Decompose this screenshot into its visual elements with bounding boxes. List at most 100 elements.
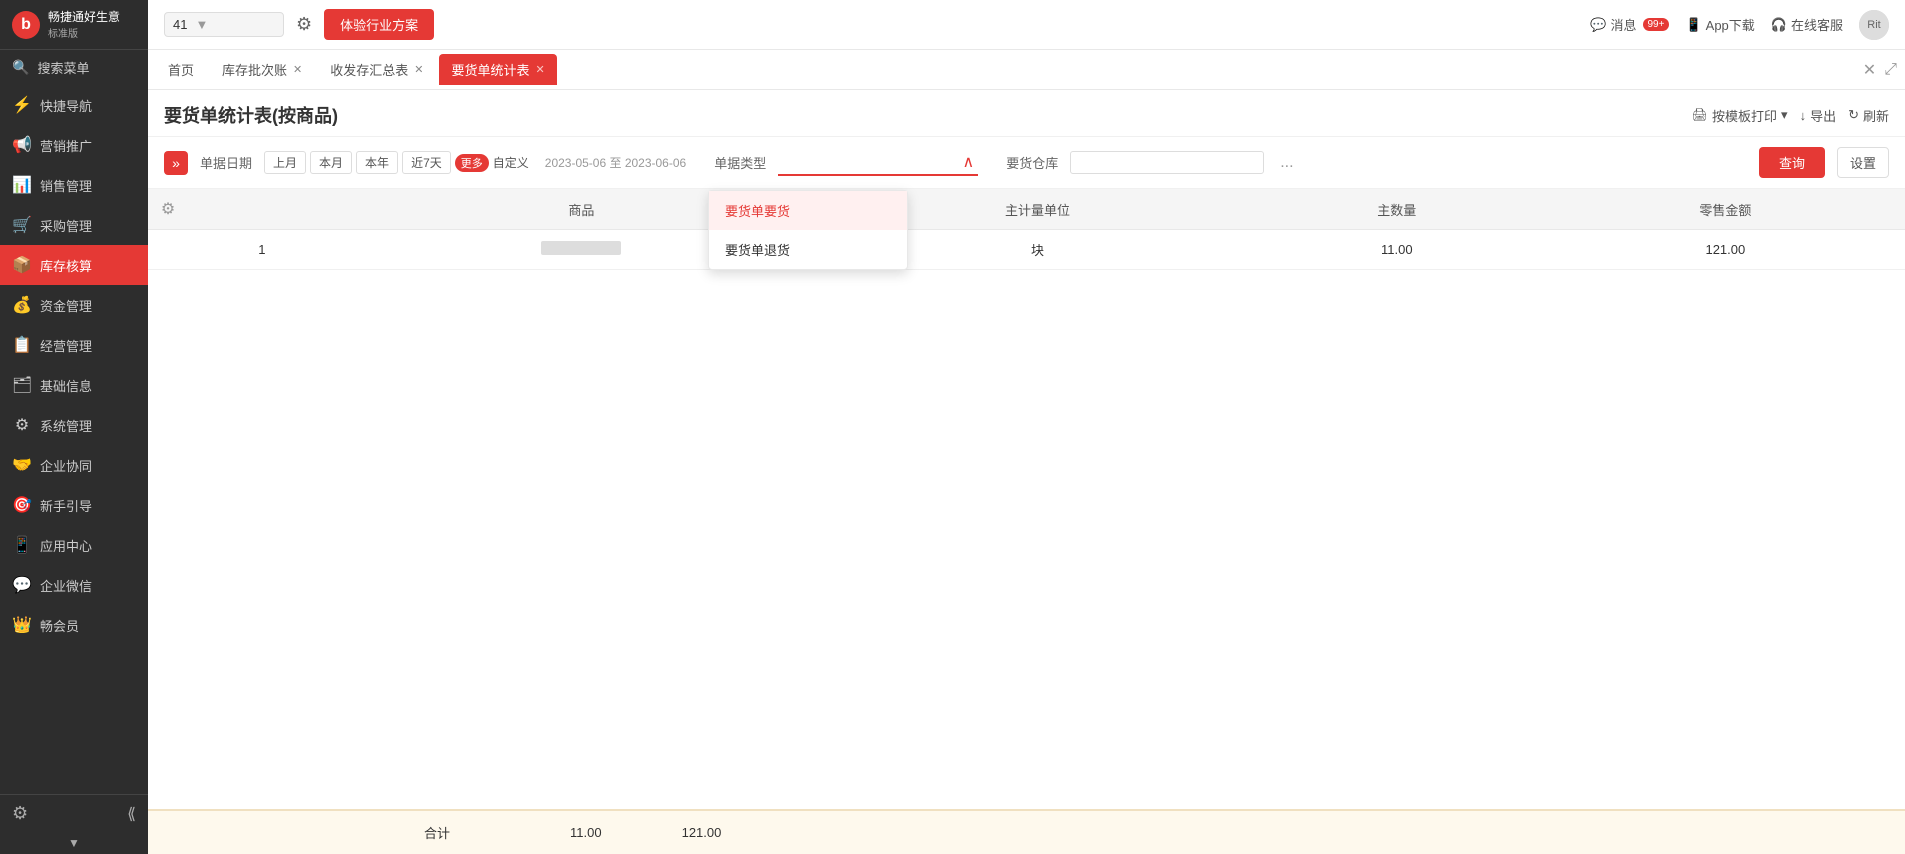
main-area: 41 ▼ ⚙ 体验行业方案 💬 消息 99+ 📱 App下载 🎧 在线客服 Ri…: [148, 0, 1905, 854]
summary-quantity: 11.00: [570, 825, 602, 840]
col-row-num: [188, 189, 336, 230]
col-amount: 零售金额: [1546, 189, 1905, 230]
tab-home[interactable]: 首页: [156, 54, 206, 85]
data-table-wrapper: ⚙ 商品 主计量单位 主数量 零售金额 1: [148, 189, 1905, 270]
sidebar-bottom: ⚙ ⟪: [0, 794, 148, 832]
sidebar-item-marketing[interactable]: 📢 营销推广: [0, 125, 148, 165]
topbar-right: 💬 消息 99+ 📱 App下载 🎧 在线客服 Rit: [1590, 10, 1889, 40]
data-table: ⚙ 商品 主计量单位 主数量 零售金额 1: [148, 189, 1905, 270]
print-icon: 🖨: [1692, 107, 1709, 123]
sidebar-item-quick-nav[interactable]: ⚡ 快捷导航: [0, 85, 148, 125]
type-select-box[interactable]: ∧: [778, 150, 978, 176]
tab-batch-account-close-icon[interactable]: ✕: [293, 63, 302, 76]
messages-label: 消息: [1610, 15, 1636, 34]
date-custom-btn[interactable]: 自定义: [493, 154, 529, 171]
page-header: 要货单统计表(按商品) 🖨 按模板打印 ▾ ↓ 导出 ↻ 刷新: [148, 90, 1905, 136]
apps-icon: 📱: [12, 535, 32, 555]
sidebar-item-operations[interactable]: 📋 经营管理: [0, 325, 148, 365]
sidebar-item-purchase[interactable]: 🛒 采购管理: [0, 205, 148, 245]
apps-label: 应用中心: [40, 536, 92, 555]
topbar: 41 ▼ ⚙ 体验行业方案 💬 消息 99+ 📱 App下载 🎧 在线客服 Ri…: [148, 0, 1905, 50]
sidebar-item-guide[interactable]: 🎯 新手引导: [0, 485, 148, 525]
table-row: 1 块 11.00 121.00: [148, 230, 1905, 270]
tabs-expand-icon[interactable]: ⤢: [1884, 61, 1897, 79]
sidebar-item-enterprise[interactable]: 🤝 企业协同: [0, 445, 148, 485]
dropdown-option-order-goods[interactable]: 要货单要货: [709, 191, 907, 230]
warehouse-input[interactable]: [1070, 151, 1264, 174]
sales-icon: 📊: [12, 175, 32, 195]
sidebar-item-wechat[interactable]: 💬 企业微信: [0, 565, 148, 605]
dropdown-option-order-return[interactable]: 要货单退货: [709, 230, 907, 269]
base-label: 基础信息: [40, 376, 92, 395]
date-btn-last-7days[interactable]: 近7天: [402, 151, 451, 174]
tab-order-stats-label: 要货单统计表: [451, 60, 529, 79]
print-action[interactable]: 🖨 按模板打印 ▾: [1692, 106, 1788, 125]
settings-button[interactable]: 设置: [1837, 147, 1889, 178]
messages-action[interactable]: 💬 消息 99+: [1590, 15, 1669, 34]
refresh-label: 刷新: [1863, 106, 1889, 125]
print-label: 按模板打印: [1712, 106, 1777, 125]
type-select-arrow-icon[interactable]: ∧: [963, 152, 975, 172]
query-button[interactable]: 查询: [1759, 147, 1825, 178]
date-more-badge[interactable]: 更多: [455, 154, 489, 172]
guide-label: 新手引导: [40, 496, 92, 515]
filter-expand-button[interactable]: »: [164, 151, 188, 175]
tab-home-label: 首页: [168, 60, 194, 79]
tab-receivables-close-icon[interactable]: ✕: [414, 63, 423, 76]
collapse-icon[interactable]: ⟪: [127, 804, 136, 824]
table-settings-icon[interactable]: ⚙: [161, 201, 175, 218]
sidebar-item-system[interactable]: ⚙ 系统管理: [0, 405, 148, 445]
page-title: 要货单统计表(按商品): [164, 102, 338, 128]
summary-row: 合计 11.00 121.00: [148, 809, 1905, 854]
store-chevron-icon: ▼: [195, 17, 208, 32]
user-avatar[interactable]: Rit: [1859, 10, 1889, 40]
scroll-down-btn[interactable]: ▼: [0, 832, 148, 854]
date-btn-last-month[interactable]: 上月: [264, 151, 306, 174]
operations-label: 经营管理: [40, 336, 92, 355]
enterprise-icon: 🤝: [12, 455, 32, 475]
type-select-input[interactable]: [782, 154, 962, 169]
tab-order-stats[interactable]: 要货单统计表 ✕: [439, 54, 556, 85]
service-icon: 🎧: [1771, 17, 1787, 33]
wechat-icon: 💬: [12, 575, 32, 595]
purchase-label: 采购管理: [40, 216, 92, 235]
warehouse-more-icon[interactable]: ...: [1280, 154, 1293, 172]
store-number: 41: [173, 17, 187, 32]
sidebar-item-sales[interactable]: 📊 销售管理: [0, 165, 148, 205]
sidebar-item-vip[interactable]: 👑 畅会员: [0, 605, 148, 645]
marketing-label: 营销推广: [40, 136, 92, 155]
summary-label: 合计: [424, 823, 450, 842]
date-btn-this-year[interactable]: 本年: [356, 151, 398, 174]
export-action[interactable]: ↓ 导出: [1800, 106, 1837, 125]
type-filter-label: 单据类型: [714, 153, 766, 172]
tab-receivables[interactable]: 收发存汇总表 ✕: [318, 54, 435, 85]
app-download-action[interactable]: 📱 App下载: [1685, 15, 1754, 34]
col-quantity: 主数量: [1248, 189, 1546, 230]
store-selector[interactable]: 41 ▼: [164, 12, 284, 37]
app-name: 畅捷通好生意: [48, 9, 120, 26]
warehouse-filter-label: 要货仓库: [1006, 153, 1058, 172]
online-service-action[interactable]: 🎧 在线客服: [1771, 15, 1843, 34]
tab-order-stats-close-icon[interactable]: ✕: [536, 63, 545, 76]
tabs-close-all-icon[interactable]: ✕: [1863, 60, 1876, 80]
sidebar-item-finance[interactable]: 💰 资金管理: [0, 285, 148, 325]
vip-label: 畅会员: [40, 616, 79, 635]
sidebar-item-base[interactable]: 🗂 基础信息: [0, 365, 148, 405]
logo-icon: b: [12, 11, 40, 39]
col-settings: ⚙: [148, 189, 188, 230]
sidebar-item-inventory[interactable]: 📦 库存核算: [0, 245, 148, 285]
row-settings-col: [148, 230, 188, 270]
sidebar-search[interactable]: 🔍 搜索菜单: [0, 50, 148, 85]
filter-bar: » 单据日期 上月 本月 本年 近7天 更多 自定义 2023-05-06 至 …: [148, 136, 1905, 189]
topbar-gear-icon[interactable]: ⚙: [296, 14, 312, 35]
refresh-action[interactable]: ↻ 刷新: [1848, 106, 1889, 125]
settings-icon[interactable]: ⚙: [12, 803, 28, 824]
messages-badge: 99+: [1643, 18, 1670, 31]
sidebar-item-apps[interactable]: 📱 应用中心: [0, 525, 148, 565]
trial-button[interactable]: 体验行业方案: [324, 9, 434, 40]
message-icon: 💬: [1590, 17, 1606, 33]
app-icon: 📱: [1685, 17, 1701, 33]
tab-batch-account[interactable]: 库存批次账 ✕: [210, 54, 314, 85]
system-icon: ⚙: [12, 415, 32, 435]
date-btn-this-month[interactable]: 本月: [310, 151, 352, 174]
